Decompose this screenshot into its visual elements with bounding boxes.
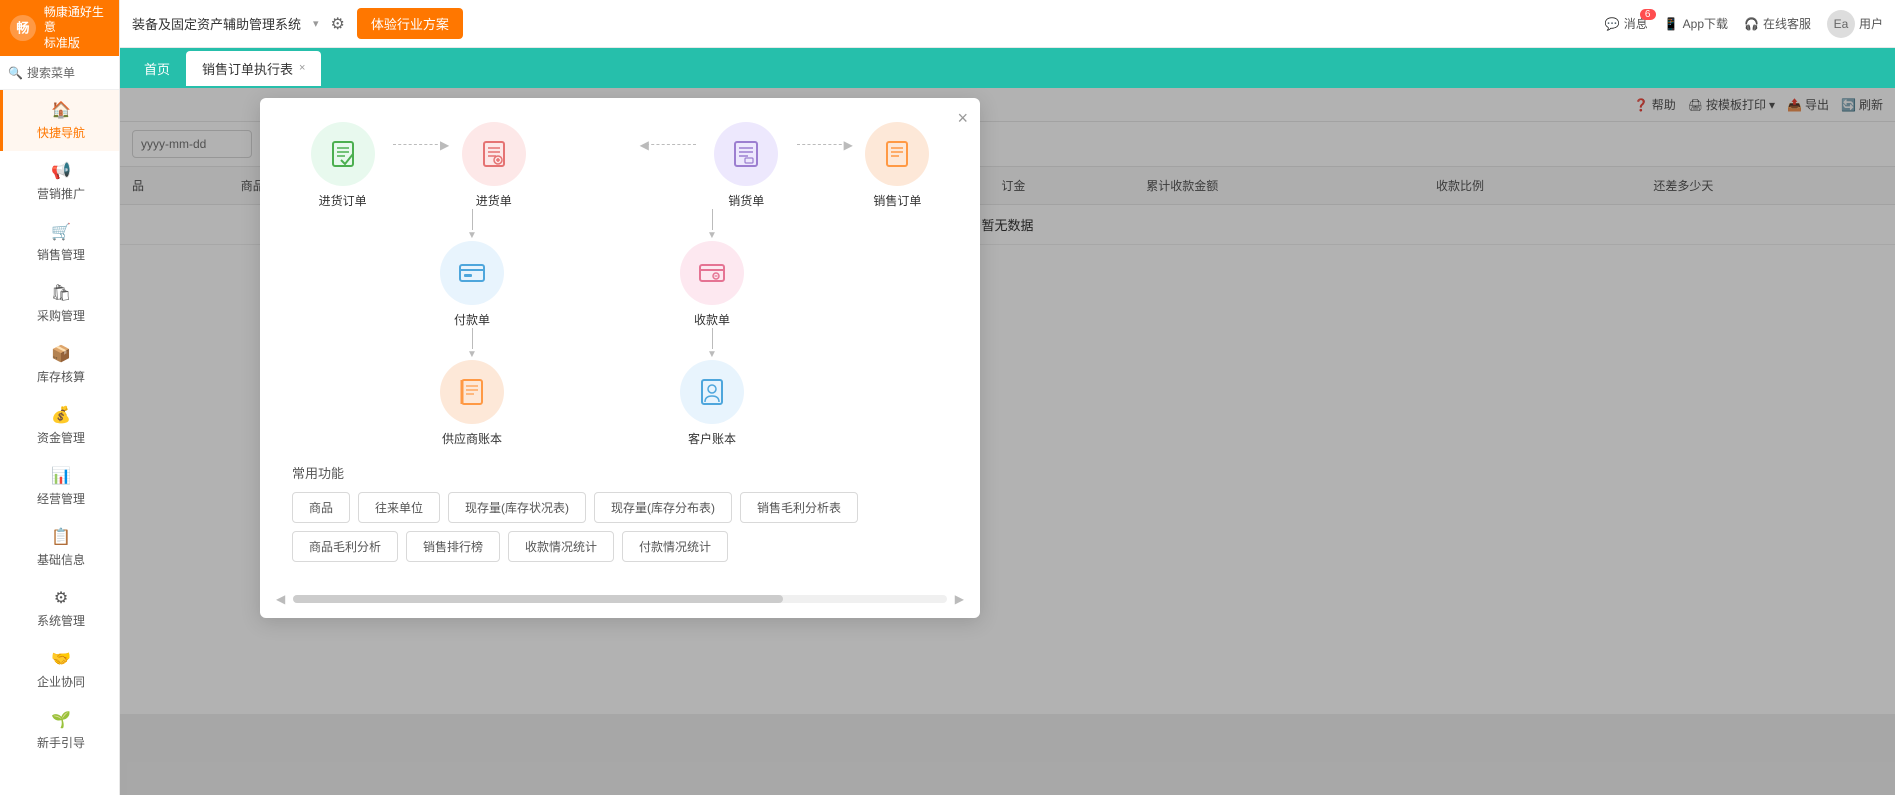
flow-diagram: 进货订单 ▶ [292, 122, 948, 447]
flow-node-sales-order[interactable]: 销售订单 [847, 122, 948, 209]
experience-btn[interactable]: 体验行业方案 [357, 8, 463, 39]
sidebar-item-finance[interactable]: 💰 资金管理 [0, 395, 119, 456]
system-title: 装备及固定资产辅助管理系统 [132, 14, 301, 33]
receipt-icon [680, 241, 744, 305]
scroll-right-btn[interactable]: ▶ [955, 592, 964, 606]
flow-node-purchase-order[interactable]: 进货订单 [292, 122, 393, 209]
app-download-btn[interactable]: 📱 App下载 [1664, 15, 1728, 32]
tab-sales-order[interactable]: 销售订单执行表 × [186, 51, 321, 86]
message-btn[interactable]: 💬 消息 6 [1605, 15, 1648, 32]
newbie-icon: 🌱 [51, 710, 71, 730]
message-badge: 6 [1640, 9, 1656, 20]
logo-icon: 畅 [8, 12, 38, 44]
topbar-right: 💬 消息 6 📱 App下载 🎧 在线客服 Ea 用户 [1605, 10, 1883, 38]
purchase-order-icon [311, 122, 375, 186]
tabbar: 首页 销售订单执行表 × [120, 48, 1895, 88]
sidebar-item-system[interactable]: ⚙ 系统管理 [0, 578, 119, 639]
popup-body: 进货订单 ▶ [260, 98, 980, 586]
sales-bill-icon [714, 122, 778, 186]
finance-icon: 💰 [51, 405, 71, 425]
flow-node-sales-bill[interactable]: 销货单 [696, 122, 797, 209]
quick-guide-icon: 🏠 [51, 100, 71, 120]
sidebar-item-basic[interactable]: 📋 基础信息 [0, 517, 119, 578]
sidebar-item-operation[interactable]: 📊 经营管理 [0, 456, 119, 517]
operation-icon: 📊 [51, 466, 71, 486]
scroll-left-btn[interactable]: ◀ [276, 592, 285, 606]
inventory-icon: 📦 [51, 344, 71, 364]
purchase-icon: 🛍 [51, 283, 71, 303]
tab-close-icon[interactable]: × [299, 62, 305, 74]
avatar: Ea [1827, 10, 1855, 38]
flow-node-purchase-receipt[interactable]: 进货单 [443, 122, 544, 209]
btn-payment-stats[interactable]: 付款情况统计 [622, 531, 728, 562]
search-icon: 🔍 [8, 66, 23, 80]
btn-stock-dist[interactable]: 现存量(库存分布表) [594, 492, 732, 523]
enterprise-icon: 🤝 [51, 649, 71, 669]
marketing-icon: 📢 [51, 161, 71, 181]
btn-product[interactable]: 商品 [292, 492, 350, 523]
popup-close-btn[interactable]: × [957, 108, 968, 129]
message-icon: 💬 [1605, 17, 1620, 31]
sidebar-item-marketing[interactable]: 📢 营销推广 [0, 151, 119, 212]
sidebar-nav: 🏠 快捷导航 📢 营销推广 🛒 销售管理 🛍 采购管理 📦 库存核算 💰 [0, 90, 119, 795]
topbar: 装备及固定资产辅助管理系统 ▾ ⚙ 体验行业方案 💬 消息 6 📱 App下载 … [120, 0, 1895, 48]
system-dropdown-icon[interactable]: ▾ [313, 17, 319, 30]
common-functions: 常用功能 商品 往来单位 现存量(库存状况表) 现存量(库存分布表) 销售毛利分… [292, 463, 948, 562]
sidebar-item-enterprise[interactable]: 🤝 企业协同 [0, 639, 119, 700]
service-icon: 🎧 [1744, 17, 1759, 31]
sales-icon: 🛒 [51, 222, 71, 242]
svg-text:畅: 畅 [16, 21, 29, 36]
content-area: ❓ 帮助 🖨 按模板打印 ▾ 📤 导出 🔄 [120, 88, 1895, 795]
sidebar-logo: 畅 畅康通好生意 标准版 [0, 0, 119, 56]
sales-order-icon [865, 122, 929, 186]
btn-product-profit[interactable]: 商品毛利分析 [292, 531, 398, 562]
flow-node-payment[interactable]: 付款单 [412, 241, 532, 328]
sidebar-item-purchase[interactable]: 🛍 采购管理 [0, 273, 119, 334]
customer-ledger-icon [680, 360, 744, 424]
user-avatar[interactable]: Ea 用户 [1827, 10, 1883, 38]
btn-sales-rank[interactable]: 销售排行榜 [406, 531, 500, 562]
btn-sales-profit[interactable]: 销售毛利分析表 [740, 492, 858, 523]
service-btn[interactable]: 🎧 在线客服 [1744, 15, 1811, 32]
modal-overlay[interactable]: × [120, 88, 1895, 795]
main-area: 装备及固定资产辅助管理系统 ▾ ⚙ 体验行业方案 💬 消息 6 📱 App下载 … [120, 0, 1895, 795]
sidebar-item-sales[interactable]: 🛒 销售管理 [0, 212, 119, 273]
sidebar-item-quick-guide[interactable]: 🏠 快捷导航 [0, 90, 119, 151]
sidebar: 畅 畅康通好生意 标准版 🔍 搜索菜单 🏠 快捷导航 📢 营销推广 🛒 销售管理 [0, 0, 120, 795]
app-icon: 📱 [1664, 17, 1679, 31]
scroll-track[interactable] [293, 595, 947, 603]
payment-icon [440, 241, 504, 305]
settings-icon[interactable]: ⚙ [331, 14, 345, 34]
flow-node-receipt[interactable]: 收款单 [652, 241, 772, 328]
btn-partner[interactable]: 往来单位 [358, 492, 440, 523]
basic-icon: 📋 [51, 527, 71, 547]
flow-node-customer-ledger[interactable]: 客户账本 [652, 360, 772, 447]
tab-home[interactable]: 首页 [128, 51, 186, 86]
scroll-thumb[interactable] [293, 595, 783, 603]
search-menu[interactable]: 🔍 搜索菜单 [0, 56, 119, 90]
common-functions-title: 常用功能 [292, 463, 948, 482]
logo-text: 畅康通好生意 标准版 [44, 5, 111, 52]
purchase-receipt-icon [462, 122, 526, 186]
sidebar-item-inventory[interactable]: 📦 库存核算 [0, 334, 119, 395]
flow-node-supplier-ledger[interactable]: 供应商账本 [412, 360, 532, 447]
quick-guide-popup: × [260, 98, 980, 618]
system-icon: ⚙ [54, 588, 68, 608]
common-buttons: 商品 往来单位 现存量(库存状况表) 现存量(库存分布表) 销售毛利分析表 商品… [292, 492, 948, 562]
btn-stock-status[interactable]: 现存量(库存状况表) [448, 492, 586, 523]
popup-scrollbar: ◀ ▶ [260, 586, 980, 618]
sidebar-item-newbie[interactable]: 🌱 新手引导 [0, 700, 119, 761]
supplier-ledger-icon [440, 360, 504, 424]
btn-receipt-stats[interactable]: 收款情况统计 [508, 531, 614, 562]
